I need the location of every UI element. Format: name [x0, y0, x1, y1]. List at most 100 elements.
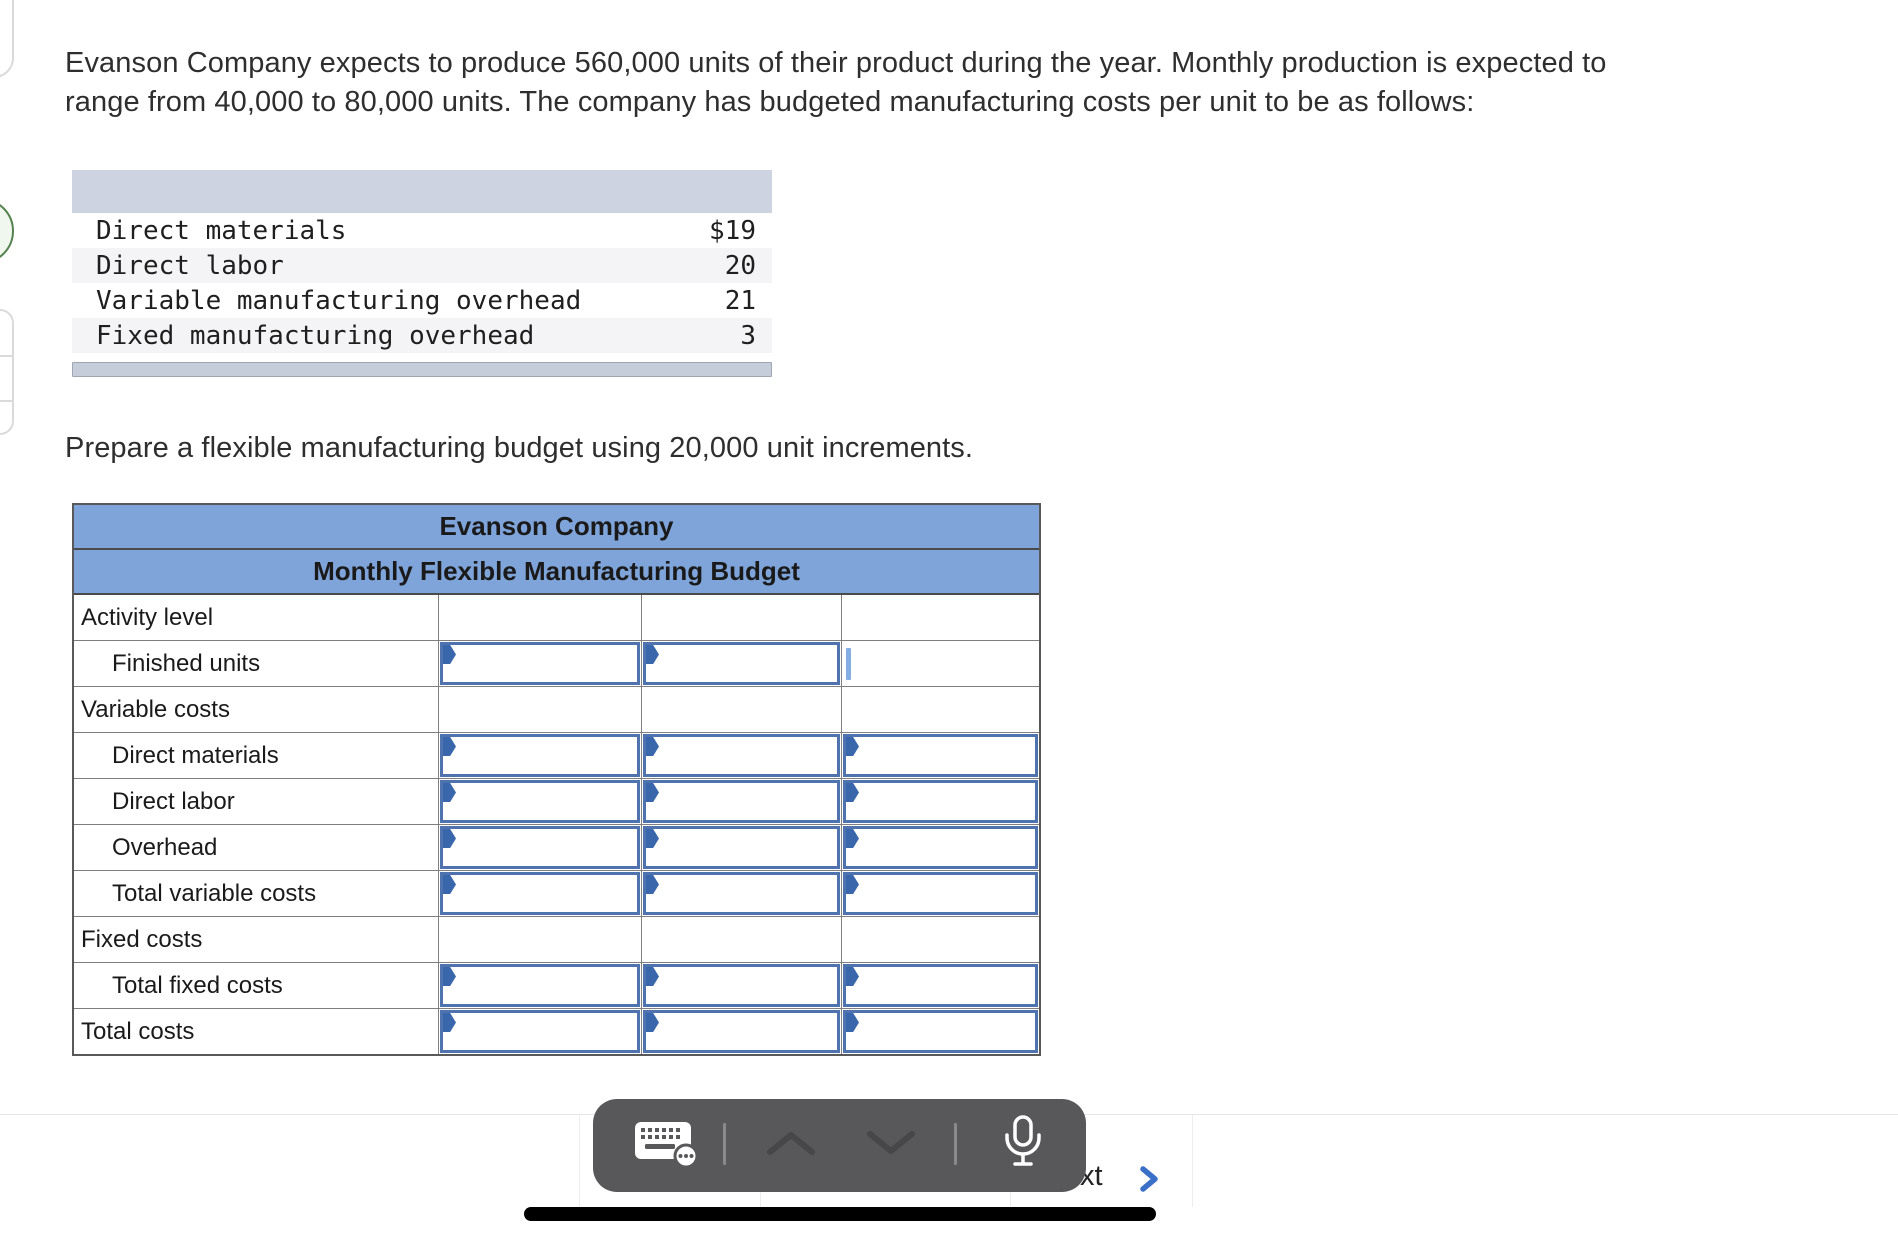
budget-cell[interactable]: [642, 1009, 842, 1054]
budget-cell[interactable]: [842, 963, 1039, 1008]
answer-input[interactable]: [643, 642, 840, 685]
next-chevron-icon[interactable]: [1136, 1164, 1162, 1199]
answer-input[interactable]: [440, 734, 640, 777]
budget-cell[interactable]: [842, 779, 1039, 824]
answer-input[interactable]: [643, 734, 840, 777]
cost-row: Variable manufacturing overhead 21: [72, 283, 772, 318]
budget-row: Total fixed costs: [74, 963, 1039, 1009]
budget-cell: [842, 641, 1039, 686]
flag-icon: [846, 875, 859, 894]
budget-cell[interactable]: [439, 641, 642, 686]
divider: [0, 400, 12, 402]
budget-rows: Activity level Finished units Variable cos…: [74, 595, 1039, 1054]
budget-row: Total variable costs: [74, 871, 1039, 917]
budget-cell[interactable]: [439, 963, 642, 1008]
cost-rows: Direct materials $19 Direct labor 20 Variabl…: [72, 213, 772, 353]
budget-cell[interactable]: [439, 825, 642, 870]
flag-icon: [646, 829, 659, 848]
flag-icon: [443, 875, 456, 894]
budget-row: Direct materials: [74, 733, 1039, 779]
budget-cell[interactable]: [439, 779, 642, 824]
toolbar-separator: [954, 1123, 957, 1165]
budget-row: Overhead: [74, 825, 1039, 871]
budget-cell: [642, 917, 842, 962]
answer-input[interactable]: [643, 1010, 840, 1053]
budget-cell[interactable]: [642, 871, 842, 916]
cost-row-label: Fixed manufacturing overhead: [96, 320, 535, 351]
cost-row-label: Variable manufacturing overhead: [96, 285, 582, 316]
budget-cell[interactable]: [642, 733, 842, 778]
answer-input[interactable]: [843, 964, 1038, 1007]
previous-field-button[interactable]: [743, 1099, 838, 1192]
cost-row-value: 3: [740, 320, 756, 351]
budget-cell: [642, 595, 842, 640]
budget-cell[interactable]: [842, 1009, 1039, 1054]
answer-input[interactable]: [643, 780, 840, 823]
divider: [0, 355, 12, 357]
flag-icon: [443, 829, 456, 848]
cost-row: Direct materials $19: [72, 213, 772, 248]
flag-icon: [846, 737, 859, 756]
budget-row-label: Finished units: [74, 641, 439, 686]
budget-cell: [439, 917, 642, 962]
answer-input[interactable]: [440, 964, 640, 1007]
answer-input[interactable]: [643, 964, 840, 1007]
flag-icon: [443, 1013, 456, 1032]
budget-cell: [842, 917, 1039, 962]
keyboard-icon: [633, 1117, 703, 1174]
dictation-button[interactable]: [983, 1099, 1063, 1192]
cost-row-value: 20: [724, 250, 756, 281]
cost-row-label: Direct materials: [96, 215, 347, 246]
budget-row: Finished units: [74, 641, 1039, 687]
answer-input[interactable]: [643, 826, 840, 869]
cost-row-label: Direct labor: [96, 250, 284, 281]
budget-cell[interactable]: [439, 733, 642, 778]
left-toolbar-fragment: [0, 309, 14, 435]
budget-row: Fixed costs: [74, 917, 1039, 963]
answer-input[interactable]: [440, 872, 640, 915]
toolbar-separator: [723, 1123, 726, 1165]
flag-icon: [443, 645, 456, 664]
answer-input[interactable]: [440, 1010, 640, 1053]
budget-cell[interactable]: [842, 733, 1039, 778]
dismiss-keyboard-button[interactable]: [623, 1099, 713, 1192]
budget-cell[interactable]: [439, 871, 642, 916]
answer-input[interactable]: [440, 642, 640, 685]
budget-row-label: Total costs: [74, 1009, 439, 1054]
budget-cell: [842, 595, 1039, 640]
budget-cell[interactable]: [642, 641, 842, 686]
flag-icon: [443, 967, 456, 986]
budget-cell[interactable]: [842, 825, 1039, 870]
answer-input[interactable]: [843, 780, 1038, 823]
chevron-up-icon: [766, 1129, 816, 1162]
screen: Evanson Company expects to produce 560,0…: [0, 0, 1898, 1233]
home-indicator[interactable]: [524, 1207, 1156, 1221]
budget-cell[interactable]: [642, 779, 842, 824]
budget-row: Direct labor: [74, 779, 1039, 825]
budget-cell[interactable]: [842, 871, 1039, 916]
flag-icon: [443, 737, 456, 756]
footer-grid-line: [1192, 1115, 1193, 1207]
left-panel-card-fragment: [0, 0, 14, 78]
cost-per-unit-table: Direct materials $19 Direct labor 20 Variabl…: [72, 170, 772, 353]
text-cursor: [846, 647, 851, 680]
flag-icon: [646, 645, 659, 664]
answer-input[interactable]: [643, 872, 840, 915]
flag-icon: [646, 1013, 659, 1032]
answer-input[interactable]: [843, 826, 1038, 869]
next-field-button[interactable]: [843, 1099, 938, 1192]
answer-input[interactable]: [843, 872, 1038, 915]
answer-input[interactable]: [440, 826, 640, 869]
answer-input[interactable]: [843, 734, 1038, 777]
budget-table-title: Evanson Company: [74, 505, 1039, 550]
horizontal-scrollbar[interactable]: [72, 362, 772, 377]
flag-icon: [846, 967, 859, 986]
answer-input[interactable]: [843, 1010, 1038, 1053]
answer-input[interactable]: [440, 780, 640, 823]
budget-cell[interactable]: [439, 1009, 642, 1054]
flag-icon: [646, 875, 659, 894]
budget-cell[interactable]: [642, 825, 842, 870]
microphone-icon: [1001, 1114, 1045, 1177]
green-status-circle-fragment: [0, 198, 14, 264]
budget-cell[interactable]: [642, 963, 842, 1008]
